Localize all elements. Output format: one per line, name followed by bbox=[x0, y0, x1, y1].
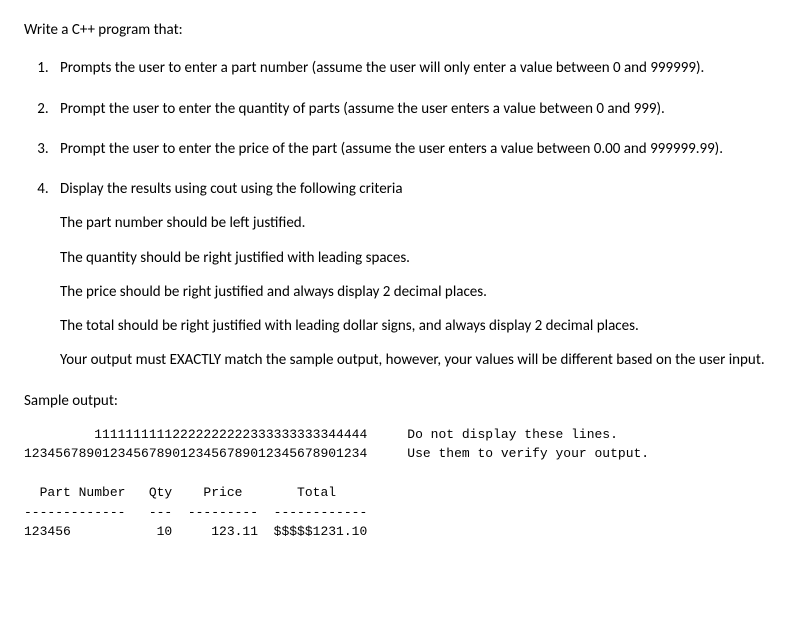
sub-items: The part number should be left justified… bbox=[60, 213, 786, 370]
sub-item-4: The total should be right justified with… bbox=[60, 316, 786, 336]
title: Write a C++ program that: bbox=[24, 20, 786, 40]
sub-item-1: The part number should be left justified… bbox=[60, 213, 786, 233]
sub-item-5: Your output must EXACTLY match the sampl… bbox=[60, 350, 786, 370]
ruler-block: 11111111112222222222333333333344444 1234… bbox=[24, 425, 367, 464]
note-line-1: Do not display these lines. bbox=[407, 425, 649, 445]
ruler-line-2: 1234567890123456789012345678901234567890… bbox=[24, 446, 367, 461]
ruler-row: 11111111112222222222333333333344444 1234… bbox=[24, 425, 786, 464]
sub-item-3: The price should be right justified and … bbox=[60, 282, 786, 302]
list-item-3: Prompt the user to enter the price of th… bbox=[52, 139, 786, 159]
sub-item-2: The quantity should be right justified w… bbox=[60, 248, 786, 268]
sample-output-label: Sample output: bbox=[24, 391, 786, 411]
note-line-2: Use them to verify your output. bbox=[407, 444, 649, 464]
ruler-note: Do not display these lines. Use them to … bbox=[407, 425, 649, 464]
list-item-4-text: Display the results using cout using the… bbox=[60, 180, 403, 198]
list-item-2: Prompt the user to enter the quantity of… bbox=[52, 99, 786, 119]
output-header-line: Part Number Qty Price Total bbox=[24, 485, 336, 500]
ordered-list: Prompts the user to enter a part number … bbox=[24, 58, 786, 370]
list-item-1: Prompts the user to enter a part number … bbox=[52, 58, 786, 78]
output-divider-line: ------------- --- --------- ------------ bbox=[24, 505, 367, 520]
sample-output-block: Part Number Qty Price Total ------------… bbox=[24, 464, 367, 542]
output-data-line: 123456 10 123.11 $$$$$1231.10 bbox=[24, 524, 367, 539]
list-item-4: Display the results using cout using the… bbox=[52, 179, 786, 371]
ruler-line-1: 11111111112222222222333333333344444 bbox=[24, 427, 367, 442]
